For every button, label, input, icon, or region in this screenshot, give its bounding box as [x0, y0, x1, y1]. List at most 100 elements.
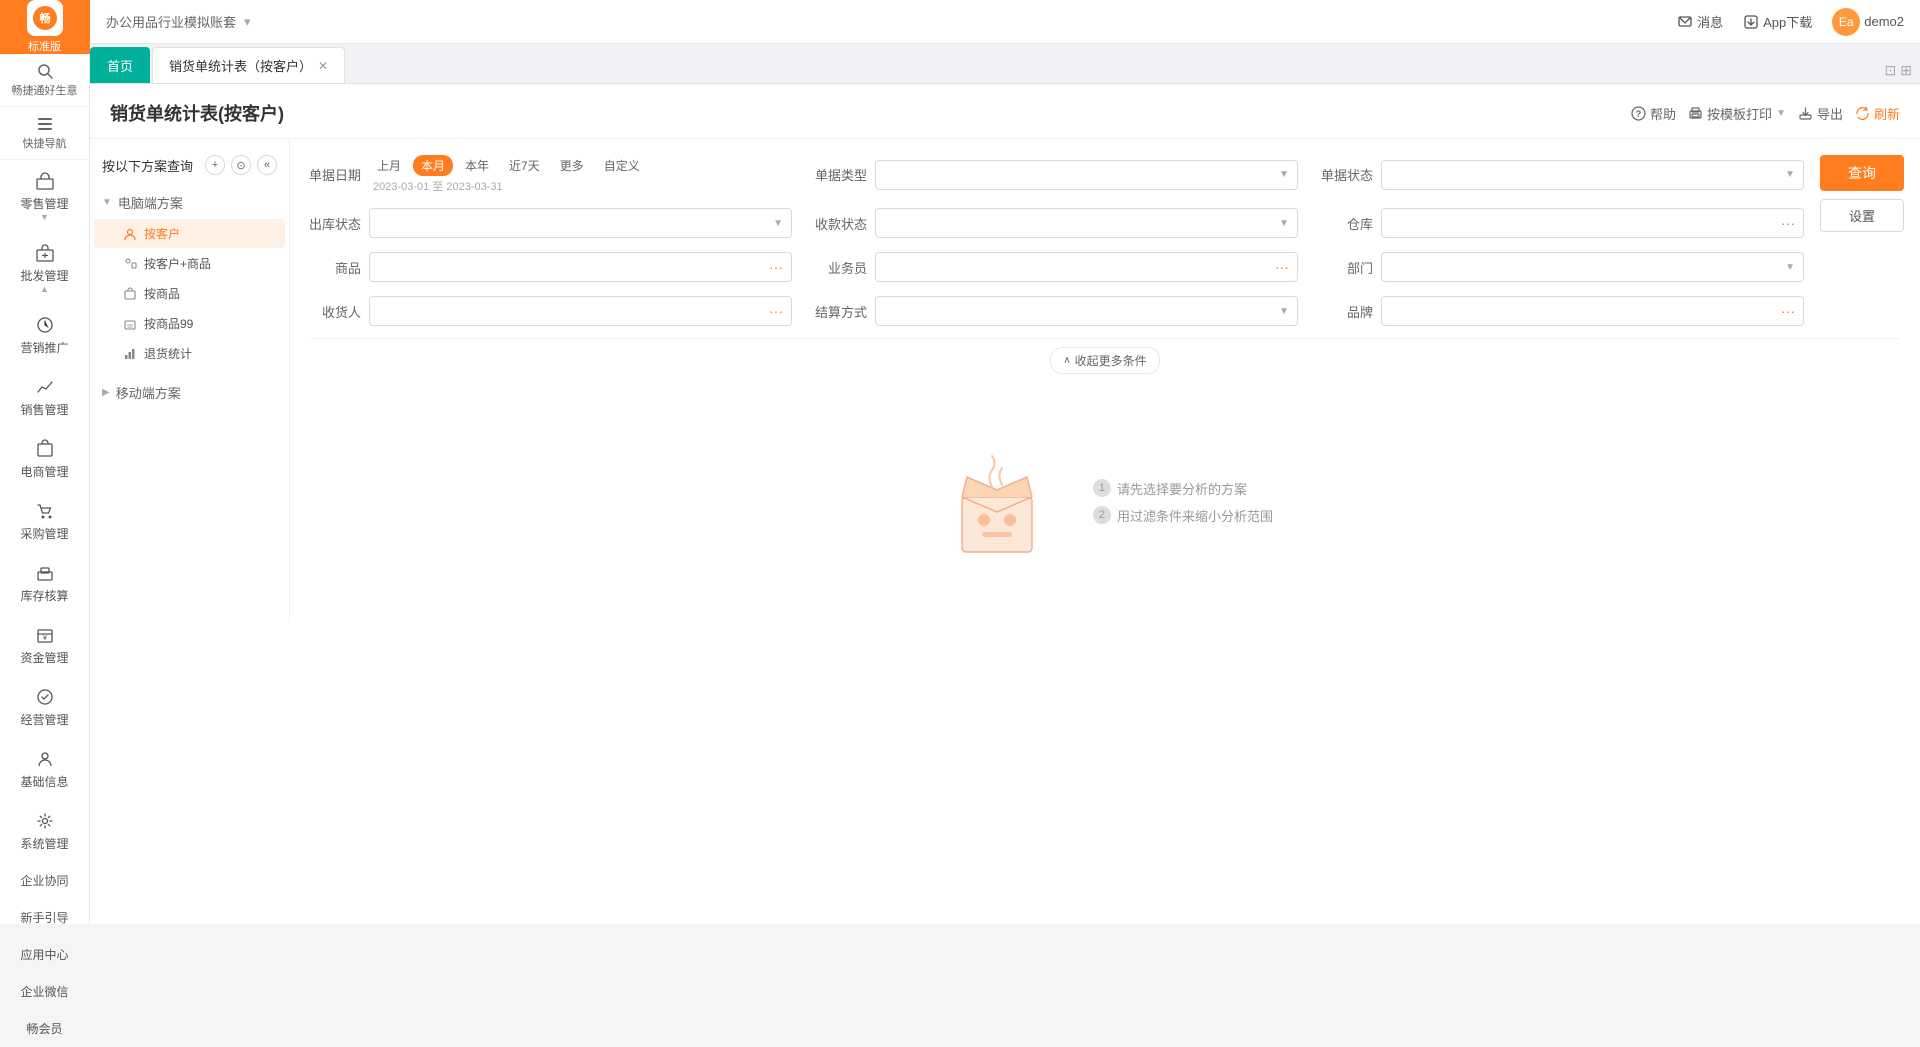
chevron-right-icon: ▶: [102, 387, 110, 398]
tab-maximize-icon[interactable]: ⊞: [1900, 62, 1912, 79]
svg-text:¥: ¥: [43, 635, 47, 642]
collapse-btn[interactable]: ∧ 收起更多条件: [1050, 347, 1159, 374]
scheme-by-product[interactable]: 按商品: [94, 279, 285, 308]
export-btn[interactable]: 导出: [1798, 104, 1843, 123]
doc-status-arrow: ▼: [1785, 169, 1795, 180]
sidebar-item-system[interactable]: 系统管理: [0, 800, 90, 862]
sidebar-item-enterprise[interactable]: 企业协同: [0, 862, 90, 899]
quick-nav-item[interactable]: 快捷导航: [0, 107, 90, 160]
out-status-select[interactable]: ▼: [369, 208, 792, 238]
empty-state-content: 1 请先选择要分析的方案 2 用过滤条件来缩小分析范围: [937, 442, 1273, 562]
salesperson-dots: ···: [1275, 259, 1289, 275]
product-name: 办公用品行业模拟账套: [106, 12, 236, 31]
message-btn[interactable]: 消息: [1677, 12, 1723, 31]
user-profile-btn[interactable]: Ea demo2: [1832, 8, 1904, 36]
collection-status-arrow: ▼: [1279, 218, 1289, 229]
sidebar-item-finance[interactable]: ¥ 资金管理: [0, 614, 90, 676]
sidebar-item-marketing[interactable]: 营销推广: [0, 304, 90, 366]
filter-dept: 部门 ▼: [1318, 252, 1804, 282]
scheme-by-customer-product[interactable]: 按客户+商品: [94, 249, 285, 278]
filter-layout: 单据日期 上月 本月 本年 近7天 更多 自定义: [290, 139, 1920, 334]
sidebar-item-purchase[interactable]: 采购管理: [0, 490, 90, 552]
date-tab-this-month[interactable]: 本月: [413, 155, 453, 176]
filter-brand: 品牌 ···: [1318, 296, 1804, 326]
collapse-label: 收起更多条件: [1075, 352, 1147, 369]
tab-sales-stat[interactable]: 销货单统计表（按客户） ✕: [152, 47, 345, 83]
left-panel: 按以下方案查询 + ⊙ « ▼ 电脑端方案: [90, 139, 290, 622]
purchase-label: 采购管理: [20, 525, 68, 542]
date-tab-last-7[interactable]: 近7天: [501, 155, 548, 176]
refresh-btn[interactable]: 刷新: [1855, 104, 1900, 123]
quick-nav-label: 快捷导航: [23, 135, 67, 151]
salesperson-label: 业务员: [812, 258, 867, 277]
purchase-icon: [34, 500, 56, 522]
doc-status-select[interactable]: ▼: [1381, 160, 1804, 190]
sidebar-item-ecommerce[interactable]: 电商管理: [0, 428, 90, 490]
hint-1: 1 请先选择要分析的方案: [1093, 479, 1273, 498]
top-bar-right: 消息 App下载 Ea demo2: [1677, 8, 1904, 36]
tab-close-icon[interactable]: ✕: [318, 60, 328, 72]
date-range-value: 2023-03-01 至 2023-03-31: [373, 178, 792, 194]
scheme-return-stat[interactable]: 退货统计: [94, 339, 285, 368]
sidebar-item-inventory[interactable]: 库存核算: [0, 552, 90, 614]
newbie-label: 新手引导: [20, 909, 68, 926]
hint-2-text: 用过滤条件来缩小分析范围: [1117, 506, 1273, 525]
sidebar-item-retail[interactable]: 零售管理 ▼: [0, 160, 90, 232]
retail-icon: [34, 170, 56, 192]
sidebar-item-wechat[interactable]: 企业微信: [0, 973, 90, 1010]
date-tab-this-year[interactable]: 本年: [457, 155, 497, 176]
date-tab-more[interactable]: 更多: [552, 155, 592, 176]
search-menu-item[interactable]: 畅捷通好生意: [0, 54, 90, 107]
print-dropdown-arrow[interactable]: ▼: [1776, 108, 1786, 119]
out-status-arrow: ▼: [773, 218, 783, 229]
collapse-panel-btn[interactable]: «: [257, 155, 277, 175]
filters-container: 单据日期 上月 本月 本年 近7天 更多 自定义: [290, 139, 1820, 334]
settings-btn[interactable]: 设置: [1820, 199, 1904, 232]
brand-dots: ···: [1781, 303, 1795, 319]
product-select[interactable]: ···: [369, 252, 792, 282]
main-area: 办公用品行业模拟账套 ▾ 消息 App下载 Ea demo2 首页: [90, 0, 1920, 924]
brand-select[interactable]: ···: [1381, 296, 1804, 326]
filter-warehouse: 仓库 ···: [1318, 208, 1804, 238]
hint-2-num: 2: [1093, 506, 1111, 524]
sidebar-item-operation[interactable]: 经营管理: [0, 676, 90, 738]
settings-scheme-btn[interactable]: ⊙: [231, 155, 251, 175]
vip-label: 畅会员: [26, 1020, 62, 1037]
scheme-by-product-99[interactable]: 99 按商品99: [94, 309, 285, 338]
doc-type-select[interactable]: ▼: [875, 160, 1298, 190]
scheme-by-customer[interactable]: 按客户: [94, 219, 285, 248]
dept-arrow: ▼: [1785, 262, 1795, 273]
add-scheme-btn[interactable]: +: [205, 155, 225, 175]
query-btn[interactable]: 查询: [1820, 155, 1904, 191]
logo: 畅 标准版: [0, 0, 90, 54]
wechat-label: 企业微信: [20, 983, 68, 1000]
warehouse-select[interactable]: ···: [1381, 208, 1804, 238]
help-btn[interactable]: ? 帮助: [1631, 104, 1676, 123]
desktop-group-header[interactable]: ▼ 电脑端方案: [90, 187, 289, 218]
settlement-select[interactable]: ▼: [875, 296, 1298, 326]
sidebar-item-basic[interactable]: 基础信息: [0, 738, 90, 800]
person-product-icon: [122, 256, 138, 272]
logo-text: 标准版: [28, 38, 61, 54]
salesperson-select[interactable]: ···: [875, 252, 1298, 282]
sidebar-item-newbie[interactable]: 新手引导: [0, 899, 90, 936]
desktop-group-label: 电脑端方案: [118, 193, 183, 212]
inventory-icon: [34, 562, 56, 584]
sidebar-item-apps[interactable]: 应用中心: [0, 936, 90, 973]
retail-label: 零售管理: [20, 195, 68, 212]
tab-restore-icon[interactable]: ⊡: [1885, 62, 1897, 79]
sidebar-item-wholesale[interactable]: 批发管理 ▲: [0, 232, 90, 304]
date-tab-last-month[interactable]: 上月: [369, 155, 409, 176]
mobile-group-header[interactable]: ▶ 移动端方案: [90, 377, 289, 408]
collection-status-select[interactable]: ▼: [875, 208, 1298, 238]
dept-select[interactable]: ▼: [1381, 252, 1804, 282]
app-download-btn[interactable]: App下载: [1743, 12, 1812, 31]
date-tab-custom[interactable]: 自定义: [596, 155, 648, 176]
sidebar-item-sales[interactable]: 销售管理: [0, 366, 90, 428]
page-content: 销货单统计表(按客户) ? 帮助 按模板打印 ▼ 导出 刷新: [90, 84, 1920, 924]
tab-home[interactable]: 首页: [90, 47, 150, 83]
print-btn[interactable]: 按模板打印 ▼: [1688, 104, 1786, 123]
sidebar-item-vip[interactable]: 畅会员: [0, 1010, 90, 1047]
dropdown-arrow[interactable]: ▾: [244, 14, 251, 30]
recipient-select[interactable]: ···: [369, 296, 792, 326]
